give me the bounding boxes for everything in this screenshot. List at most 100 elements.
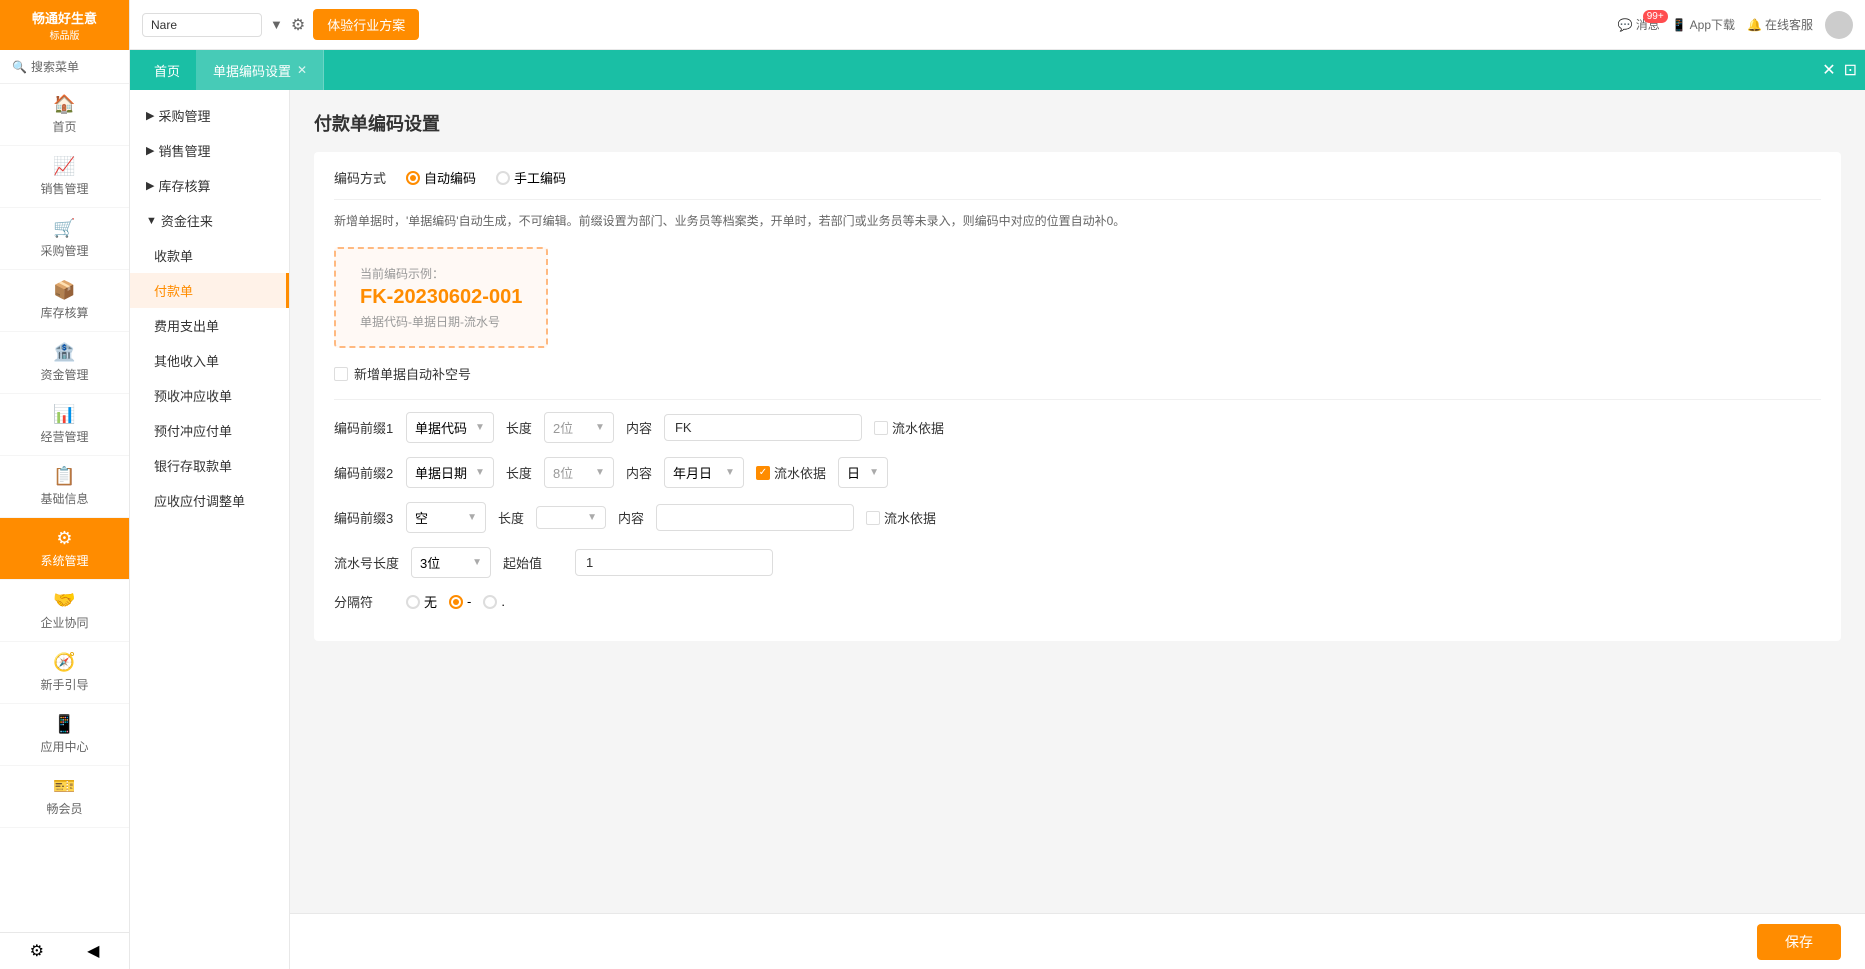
sep-dot-radio[interactable] [483, 595, 497, 609]
sep-none-option[interactable]: 无 [406, 592, 437, 611]
sidebar-item-guide[interactable]: 🧭 新手引导 [0, 642, 129, 704]
sep-none-radio[interactable] [406, 595, 420, 609]
sec-group-purchase[interactable]: ▶ 采购管理 [130, 98, 289, 133]
prefix2-flow-label: 流水依据 [774, 463, 826, 482]
sidebar-item-management[interactable]: 📊 经营管理 [0, 394, 129, 456]
tab-home-label: 首页 [154, 61, 180, 80]
app-download-button[interactable]: 📱 App下载 [1672, 16, 1735, 33]
sec-item-bank[interactable]: 银行存取款单 [130, 448, 289, 483]
sidebar-item-system[interactable]: ⚙ 系统管理 [0, 518, 129, 580]
serial-len-select[interactable]: 3位 ▼ [411, 547, 491, 578]
experience-button[interactable]: 体验行业方案 [313, 9, 419, 40]
sec-item-adjustment[interactable]: 应收应付调整单 [130, 483, 289, 518]
search-menu[interactable]: 🔍 搜索菜单 [0, 50, 129, 84]
sec-group-sales[interactable]: ▶ 销售管理 [130, 133, 289, 168]
sec-item-label: 收款单 [154, 249, 193, 264]
sec-item-prepay-receivable[interactable]: 预收冲应收单 [130, 378, 289, 413]
encode-method-row: 编码方式 自动编码 手工编码 [334, 168, 1821, 187]
sidebar-item-member[interactable]: 🎫 畅会员 [0, 766, 129, 828]
collapse-icon[interactable]: ◀ [87, 941, 99, 961]
sep-label: 分隔符 [334, 592, 394, 611]
prefix1-len-select[interactable]: 2位 ▼ [544, 412, 614, 443]
online-support-button[interactable]: 🔔 在线客服 [1747, 16, 1813, 33]
sidebar-item-enterprise[interactable]: 🤝 企业协同 [0, 580, 129, 642]
sidebar-item-appstore[interactable]: 📱 应用中心 [0, 704, 129, 766]
left-sidebar: 畅通好生意 标品版 🔍 搜索菜单 🏠 首页 📈 销售管理 🛒 采购管理 📦 库存… [0, 0, 130, 969]
prefix2-label: 编码前缀2 [334, 463, 394, 482]
manual-encode-option[interactable]: 手工编码 [496, 168, 566, 187]
arrow-icon: ▼ [146, 215, 157, 227]
sec-item-receipt[interactable]: 收款单 [130, 238, 289, 273]
serial-start-label: 起始值 [503, 553, 563, 572]
app-icon: 📱 [1672, 18, 1687, 32]
serial-arrow: ▼ [472, 557, 482, 568]
sidebar-item-finance[interactable]: 🏦 资金管理 [0, 332, 129, 394]
minimize-icon[interactable]: ✕ [1822, 60, 1835, 80]
prefix3-select[interactable]: 空 ▼ [406, 502, 486, 533]
prefix1-select[interactable]: 单据代码 ▼ [406, 412, 494, 443]
settings-icon[interactable]: ⚙ [30, 941, 44, 961]
sep-dash-radio[interactable] [449, 595, 463, 609]
management-icon: 📊 [53, 404, 75, 425]
tab-home[interactable]: 首页 [138, 50, 197, 90]
dropdown-icon[interactable]: ▼ [270, 17, 283, 32]
sec-item-prepay-payable[interactable]: 预付冲应付单 [130, 413, 289, 448]
arrow-icon: ▶ [146, 109, 154, 122]
sidebar-item-inventory[interactable]: 📦 库存核算 [0, 270, 129, 332]
sep-dot-option[interactable]: . [483, 594, 505, 609]
sidebar-item-base[interactable]: 📋 基础信息 [0, 456, 129, 518]
app-download-label: App下载 [1690, 16, 1735, 33]
prefix2-content-select[interactable]: 年月日 ▼ [664, 457, 744, 488]
member-icon: 🎫 [53, 776, 75, 797]
manual-encode-radio[interactable] [496, 171, 510, 185]
save-button[interactable]: 保存 [1757, 924, 1841, 960]
sec-item-expense[interactable]: 费用支出单 [130, 308, 289, 343]
sec-group-capital[interactable]: ▼ 资金往来 [130, 203, 289, 238]
sidebar-item-sales[interactable]: 📈 销售管理 [0, 146, 129, 208]
prefix3-content-input[interactable] [656, 504, 854, 531]
prefix2-unit-select[interactable]: 日 ▼ [838, 457, 888, 488]
sec-group-label: 销售管理 [158, 141, 210, 160]
user-avatar[interactable] [1825, 11, 1853, 39]
prefix2-select[interactable]: 单据日期 ▼ [406, 457, 494, 488]
prefix1-flow-checkbox[interactable] [874, 421, 888, 435]
sec-item-payment[interactable]: 付款单 [130, 273, 289, 308]
page-content: 付款单编码设置 编码方式 自动编码 手工编码 [290, 90, 1865, 913]
auto-encode-option[interactable]: 自动编码 [406, 168, 476, 187]
auto-encode-radio[interactable] [406, 171, 420, 185]
sec-item-other-income[interactable]: 其他收入单 [130, 343, 289, 378]
auto-encode-label: 自动编码 [424, 168, 476, 187]
tab-close-icon[interactable]: ✕ [297, 63, 307, 77]
maximize-icon[interactable]: ⊡ [1844, 60, 1857, 80]
prefix3-row: 编码前缀3 空 ▼ 长度 ▼ 内容 [334, 502, 1821, 533]
prefix3-content-label: 内容 [618, 508, 644, 527]
sidebar-item-home[interactable]: 🏠 首页 [0, 84, 129, 146]
sidebar-item-purchase[interactable]: 🛒 采购管理 [0, 208, 129, 270]
prefix3-label: 编码前缀3 [334, 508, 394, 527]
sep-dot-label: . [501, 594, 505, 609]
sec-item-label: 费用支出单 [154, 319, 219, 334]
prefix2-content-value: 年月日 [673, 463, 712, 482]
prefix3-len-select[interactable]: ▼ [536, 506, 606, 529]
sec-group-inventory[interactable]: ▶ 库存核算 [130, 168, 289, 203]
preview-desc: 单据代码-单据日期-流水号 [360, 313, 522, 330]
prefix3-len-label: 长度 [498, 508, 524, 527]
prefix2-row: 编码前缀2 单据日期 ▼ 长度 8位 ▼ 内容 年月日 [334, 457, 1821, 488]
sec-item-label: 付款单 [154, 284, 193, 299]
tab-encode-settings[interactable]: 单据编码设置 ✕ [197, 50, 324, 90]
auto-fill-checkbox[interactable] [334, 367, 348, 381]
prefix2-len-select[interactable]: 8位 ▼ [544, 457, 614, 488]
preview-code: FK-20230602-001 [360, 286, 522, 309]
serial-start-input[interactable] [575, 549, 773, 576]
sep-dash-option[interactable]: - [449, 594, 471, 609]
prefix1-label: 编码前缀1 [334, 418, 394, 437]
prefix1-content-input[interactable] [664, 414, 862, 441]
prefix3-flow-checkbox[interactable] [866, 511, 880, 525]
tab-bar-actions: ✕ ⊡ [1822, 60, 1857, 80]
preview-box: 当前编码示例： FK-20230602-001 单据代码-单据日期-流水号 [334, 247, 548, 348]
prefix2-flow-checkbox[interactable]: ✓ [756, 466, 770, 480]
breadcrumb-input[interactable] [142, 13, 262, 37]
message-button[interactable]: 💬 消息 99+ [1618, 16, 1660, 33]
logo-title: 畅通好生意 [32, 8, 97, 27]
settings-gear-icon[interactable]: ⚙ [291, 15, 305, 35]
